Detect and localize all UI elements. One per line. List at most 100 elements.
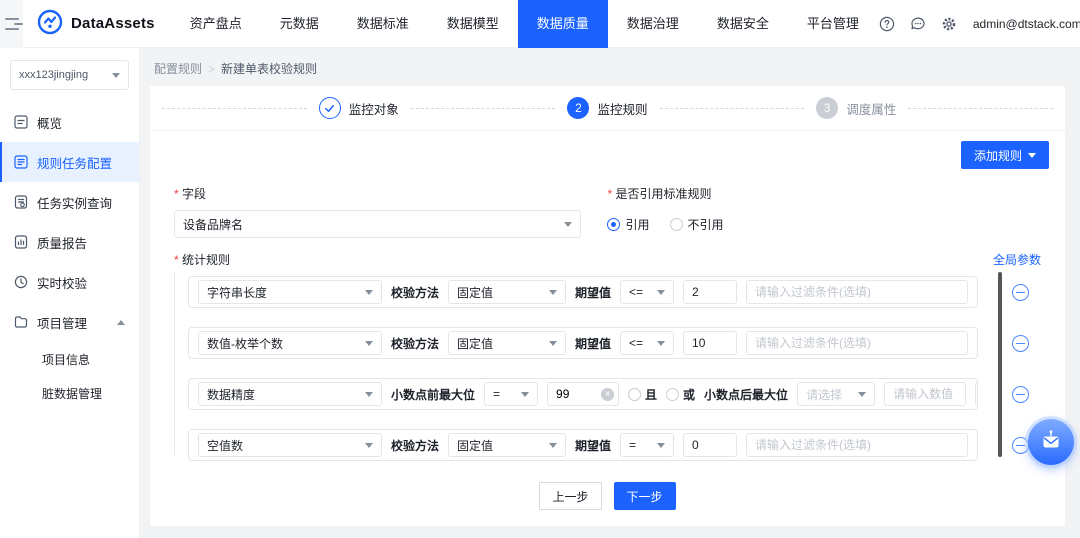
task-instance-query-icon bbox=[14, 195, 28, 209]
rule-type-select[interactable]: 数据精度 bbox=[198, 382, 382, 406]
clear-icon[interactable]: × bbox=[601, 387, 615, 401]
nav-item-data-model[interactable]: 数据模型 bbox=[428, 0, 518, 48]
brand-name: DataAssets bbox=[71, 15, 155, 32]
chevron-down-icon bbox=[657, 289, 666, 295]
sidebar-subitem-dirty-data[interactable]: 脏数据管理 bbox=[0, 376, 139, 410]
wizard-footer: 上一步 下一步 bbox=[150, 470, 1065, 526]
breadcrumb: 配置规则 > 新建单表校验规则 bbox=[154, 60, 1065, 77]
filter-condition-input[interactable] bbox=[975, 382, 977, 406]
radio-dot bbox=[628, 387, 642, 401]
sidebar-item-quality-report[interactable]: 质量报告 bbox=[0, 222, 139, 262]
filter-condition-input[interactable] bbox=[746, 433, 968, 457]
expect-value-input[interactable] bbox=[683, 280, 738, 304]
quality-report-icon bbox=[14, 235, 28, 249]
realtime-check-icon bbox=[14, 275, 28, 289]
help-icon[interactable] bbox=[878, 15, 896, 33]
rule-type-select[interactable]: 字符串长度 bbox=[198, 280, 382, 304]
chevron-down-icon bbox=[1028, 152, 1036, 158]
radio-or[interactable]: 或 bbox=[666, 386, 695, 403]
rule-row: 字符串长度 校验方法 固定值 期望值 <= bbox=[188, 276, 1041, 308]
user-email[interactable]: admin@dtstack.com bbox=[973, 17, 1080, 31]
filter-condition-input[interactable] bbox=[746, 331, 968, 355]
ref-standard-radio-group: 引用 不引用 bbox=[607, 210, 1041, 238]
prev-step-button[interactable]: 上一步 bbox=[539, 482, 602, 510]
post-decimal-value-input[interactable] bbox=[884, 382, 967, 406]
step-connector bbox=[410, 107, 556, 109]
chevron-down-icon bbox=[365, 340, 373, 346]
remove-rule-icon[interactable] bbox=[1012, 283, 1029, 301]
rule-wizard-card: 监控对象 2 监控规则 3 调度属性 添加规则 * 字段 设备品牌名 * 是否引… bbox=[150, 86, 1065, 526]
radio-ref-yes[interactable]: 引用 bbox=[607, 216, 650, 233]
expect-value-input[interactable] bbox=[683, 331, 738, 355]
chevron-down-icon bbox=[657, 442, 666, 448]
breadcrumb-current: 新建单表校验规则 bbox=[221, 62, 318, 76]
method-select[interactable]: 固定值 bbox=[448, 433, 567, 457]
assistant-mail-icon bbox=[1043, 430, 1059, 448]
post-decimal-op-select[interactable]: 请选择 bbox=[797, 382, 876, 406]
sidebar-subitem-project-info[interactable]: 项目信息 bbox=[0, 342, 139, 376]
chevron-down-icon bbox=[564, 221, 573, 227]
step-schedule-props[interactable]: 3 调度属性 bbox=[816, 97, 896, 119]
nav-item-data-governance[interactable]: 数据治理 bbox=[608, 0, 698, 48]
post-decimal-label: 小数点后最大位 bbox=[704, 387, 789, 402]
brand-logo-icon bbox=[37, 9, 63, 38]
filter-condition-input[interactable] bbox=[746, 280, 968, 304]
operator-select[interactable]: = bbox=[620, 433, 675, 457]
ref-standard-label: 是否引用标准规则 bbox=[607, 185, 1041, 202]
radio-and[interactable]: 且 bbox=[628, 386, 657, 403]
operator-select[interactable]: <= bbox=[620, 280, 675, 304]
message-icon[interactable] bbox=[909, 15, 927, 33]
nav-item-data-standard[interactable]: 数据标准 bbox=[338, 0, 428, 48]
help-assistant-fab[interactable] bbox=[1028, 419, 1074, 465]
stats-rule-label: 统计规则 bbox=[174, 251, 230, 268]
project-select-value: xxx123jingjing bbox=[19, 69, 89, 81]
step-active-circle: 2 bbox=[567, 97, 590, 119]
sidebar-collapse-button[interactable] bbox=[0, 0, 23, 48]
step-monitor-object[interactable]: 监控对象 bbox=[318, 97, 399, 119]
sidebar-item-overview[interactable]: 概览 bbox=[0, 102, 139, 142]
nav-item-data-security[interactable]: 数据安全 bbox=[698, 0, 788, 48]
method-select[interactable]: 固定值 bbox=[448, 331, 567, 355]
operator-select[interactable]: <= bbox=[620, 331, 675, 355]
rule-task-config-icon bbox=[14, 155, 28, 169]
field-label: 字段 bbox=[174, 185, 581, 202]
rules-scrollbar[interactable] bbox=[998, 272, 1002, 457]
nav-item-data-quality[interactable]: 数据质量 bbox=[517, 0, 608, 48]
sidebar-item-rule-task-config[interactable]: 规则任务配置 bbox=[0, 142, 139, 182]
step-connector bbox=[908, 107, 1053, 109]
operator-select[interactable]: = bbox=[484, 382, 539, 406]
pre-decimal-label: 小数点前最大位 bbox=[391, 387, 476, 402]
rules-list: 字符串长度 校验方法 固定值 期望值 <= 2 请输入过滤条件(选填) 数值-枚… bbox=[174, 272, 1041, 461]
method-label: 校验方法 bbox=[391, 285, 440, 300]
chevron-down-icon bbox=[657, 340, 666, 346]
sidebar: xxx123jingjing 概览 规则任务配置 任务实例查询 质量报告 实时校… bbox=[0, 48, 140, 538]
sidebar-item-realtime-check[interactable]: 实时校验 bbox=[0, 262, 139, 302]
nav-item-platform-admin[interactable]: 平台管理 bbox=[788, 0, 878, 48]
rule-type-select[interactable]: 数值-枚举个数 bbox=[198, 331, 382, 355]
rule-type-select[interactable]: 空值数 bbox=[198, 433, 382, 457]
project-select[interactable]: xxx123jingjing bbox=[10, 60, 129, 90]
nav-item-asset-inventory[interactable]: 资产盘点 bbox=[171, 0, 261, 48]
global-params-link[interactable]: 全局参数 bbox=[993, 251, 1041, 268]
method-label: 校验方法 bbox=[391, 336, 440, 351]
remove-rule-icon[interactable] bbox=[1012, 334, 1029, 352]
remove-rule-icon[interactable] bbox=[1012, 385, 1029, 403]
field-select[interactable]: 设备品牌名 bbox=[174, 210, 582, 238]
settings-gear-icon[interactable] bbox=[940, 15, 958, 33]
sidebar-item-project-manage[interactable]: 项目管理 bbox=[0, 302, 139, 342]
add-rule-button[interactable]: 添加规则 bbox=[960, 141, 1049, 169]
expect-value-input[interactable] bbox=[683, 433, 738, 457]
chevron-up-icon bbox=[117, 319, 125, 325]
step-monitor-rules[interactable]: 2 监控规则 bbox=[567, 97, 648, 119]
remove-rule-icon[interactable] bbox=[1012, 436, 1029, 454]
nav-item-metadata[interactable]: 元数据 bbox=[261, 0, 338, 48]
next-step-button[interactable]: 下一步 bbox=[613, 482, 676, 510]
radio-ref-no[interactable]: 不引用 bbox=[669, 216, 724, 233]
chevron-down-icon bbox=[365, 391, 373, 397]
chevron-down-icon bbox=[521, 391, 530, 397]
rule-row: 数据精度 小数点前最大位 = × 且 或 小数点后最大位 请选择 bbox=[188, 378, 1041, 410]
method-select[interactable]: 固定值 bbox=[448, 280, 567, 304]
step-connector bbox=[659, 107, 805, 109]
breadcrumb-root[interactable]: 配置规则 bbox=[154, 62, 202, 76]
sidebar-item-task-instance-query[interactable]: 任务实例查询 bbox=[0, 182, 139, 222]
